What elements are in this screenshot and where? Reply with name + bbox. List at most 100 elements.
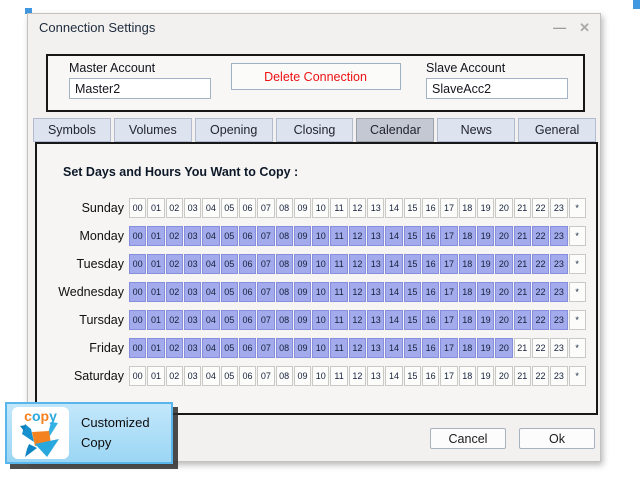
hour-cell[interactable]: 04	[202, 254, 219, 274]
hour-cell[interactable]: 09	[294, 226, 311, 246]
hour-cell[interactable]: 14	[385, 310, 402, 330]
hour-cell[interactable]: 17	[440, 338, 457, 358]
minimize-icon[interactable]: —	[553, 25, 566, 31]
hour-cell[interactable]: 04	[202, 226, 219, 246]
hour-cell[interactable]: 01	[147, 226, 164, 246]
hour-cell[interactable]: 20	[495, 310, 512, 330]
hour-cell[interactable]: 01	[147, 310, 164, 330]
hour-cell[interactable]: 18	[459, 366, 476, 386]
hour-cell-all[interactable]: *	[569, 282, 586, 302]
tab-opening[interactable]: Opening	[195, 118, 273, 142]
hour-cell[interactable]: 20	[495, 254, 512, 274]
hour-cell[interactable]: 03	[184, 310, 201, 330]
hour-cell[interactable]: 18	[459, 198, 476, 218]
hour-cell[interactable]: 22	[532, 310, 549, 330]
hour-cell[interactable]: 21	[514, 282, 531, 302]
hour-cell[interactable]: 19	[477, 310, 494, 330]
hour-cell[interactable]: 12	[349, 282, 366, 302]
cancel-button[interactable]: Cancel	[430, 428, 506, 449]
hour-cell[interactable]: 07	[257, 198, 274, 218]
hour-cell[interactable]: 18	[459, 254, 476, 274]
hour-cell[interactable]: 01	[147, 366, 164, 386]
hour-cell[interactable]: 23	[550, 338, 567, 358]
hour-cell[interactable]: 07	[257, 226, 274, 246]
tab-news[interactable]: News	[437, 118, 515, 142]
hour-cell[interactable]: 12	[349, 198, 366, 218]
hour-cell[interactable]: 22	[532, 198, 549, 218]
master-account-input[interactable]	[69, 78, 211, 99]
hour-cell[interactable]: 19	[477, 282, 494, 302]
hour-cell-all[interactable]: *	[569, 198, 586, 218]
hour-cell[interactable]: 17	[440, 310, 457, 330]
hour-cell[interactable]: 06	[239, 366, 256, 386]
hour-cell[interactable]: 12	[349, 226, 366, 246]
hour-cell[interactable]: 03	[184, 198, 201, 218]
hour-cell[interactable]: 09	[294, 254, 311, 274]
hour-cell[interactable]: 00	[129, 198, 146, 218]
hour-cell[interactable]: 17	[440, 282, 457, 302]
hour-cell[interactable]: 08	[276, 338, 293, 358]
hour-cell[interactable]: 00	[129, 254, 146, 274]
hour-cell[interactable]: 02	[166, 198, 183, 218]
hour-cell[interactable]: 13	[367, 338, 384, 358]
ok-button[interactable]: Ok	[519, 428, 595, 449]
hour-cell[interactable]: 14	[385, 282, 402, 302]
hour-cell[interactable]: 22	[532, 366, 549, 386]
hour-cell[interactable]: 18	[459, 282, 476, 302]
hour-cell[interactable]: 20	[495, 198, 512, 218]
hour-cell[interactable]: 21	[514, 226, 531, 246]
hour-cell[interactable]: 11	[330, 226, 347, 246]
hour-cell[interactable]: 10	[312, 226, 329, 246]
hour-cell[interactable]: 02	[166, 366, 183, 386]
hour-cell[interactable]: 11	[330, 310, 347, 330]
hour-cell[interactable]: 20	[495, 282, 512, 302]
hour-cell[interactable]: 00	[129, 338, 146, 358]
hour-cell[interactable]: 01	[147, 282, 164, 302]
hour-cell[interactable]: 23	[550, 254, 567, 274]
hour-cell[interactable]: 19	[477, 198, 494, 218]
hour-cell[interactable]: 16	[422, 366, 439, 386]
hour-cell-all[interactable]: *	[569, 366, 586, 386]
hour-cell[interactable]: 23	[550, 198, 567, 218]
hour-cell[interactable]: 06	[239, 282, 256, 302]
hour-cell[interactable]: 10	[312, 366, 329, 386]
hour-cell[interactable]: 22	[532, 226, 549, 246]
hour-cell[interactable]: 00	[129, 366, 146, 386]
hour-cell[interactable]: 08	[276, 366, 293, 386]
hour-cell[interactable]: 16	[422, 282, 439, 302]
hour-cell[interactable]: 05	[221, 282, 238, 302]
tab-volumes[interactable]: Volumes	[114, 118, 192, 142]
hour-cell[interactable]: 16	[422, 310, 439, 330]
hour-cell[interactable]: 09	[294, 310, 311, 330]
hour-cell[interactable]: 13	[367, 254, 384, 274]
hour-cell[interactable]: 04	[202, 310, 219, 330]
hour-cell[interactable]: 02	[166, 226, 183, 246]
hour-cell[interactable]: 09	[294, 282, 311, 302]
hour-cell[interactable]: 03	[184, 226, 201, 246]
hour-cell[interactable]: 04	[202, 338, 219, 358]
hour-cell[interactable]: 19	[477, 254, 494, 274]
hour-cell[interactable]: 00	[129, 310, 146, 330]
hour-cell[interactable]: 04	[202, 366, 219, 386]
hour-cell[interactable]: 20	[495, 338, 512, 358]
hour-cell[interactable]: 07	[257, 254, 274, 274]
hour-cell[interactable]: 21	[514, 198, 531, 218]
hour-cell[interactable]: 10	[312, 282, 329, 302]
hour-cell[interactable]: 20	[495, 366, 512, 386]
hour-cell[interactable]: 09	[294, 366, 311, 386]
hour-cell[interactable]: 11	[330, 254, 347, 274]
hour-cell[interactable]: 15	[404, 282, 421, 302]
hour-cell[interactable]: 21	[514, 366, 531, 386]
tab-calendar[interactable]: Calendar	[356, 118, 434, 142]
hour-cell[interactable]: 14	[385, 338, 402, 358]
hour-cell[interactable]: 13	[367, 282, 384, 302]
tab-symbols[interactable]: Symbols	[33, 118, 111, 142]
hour-cell[interactable]: 10	[312, 338, 329, 358]
hour-cell[interactable]: 21	[514, 310, 531, 330]
tab-general[interactable]: General	[518, 118, 596, 142]
hour-cell[interactable]: 17	[440, 366, 457, 386]
hour-cell[interactable]: 09	[294, 338, 311, 358]
hour-cell[interactable]: 06	[239, 310, 256, 330]
hour-cell[interactable]: 08	[276, 226, 293, 246]
hour-cell[interactable]: 08	[276, 310, 293, 330]
